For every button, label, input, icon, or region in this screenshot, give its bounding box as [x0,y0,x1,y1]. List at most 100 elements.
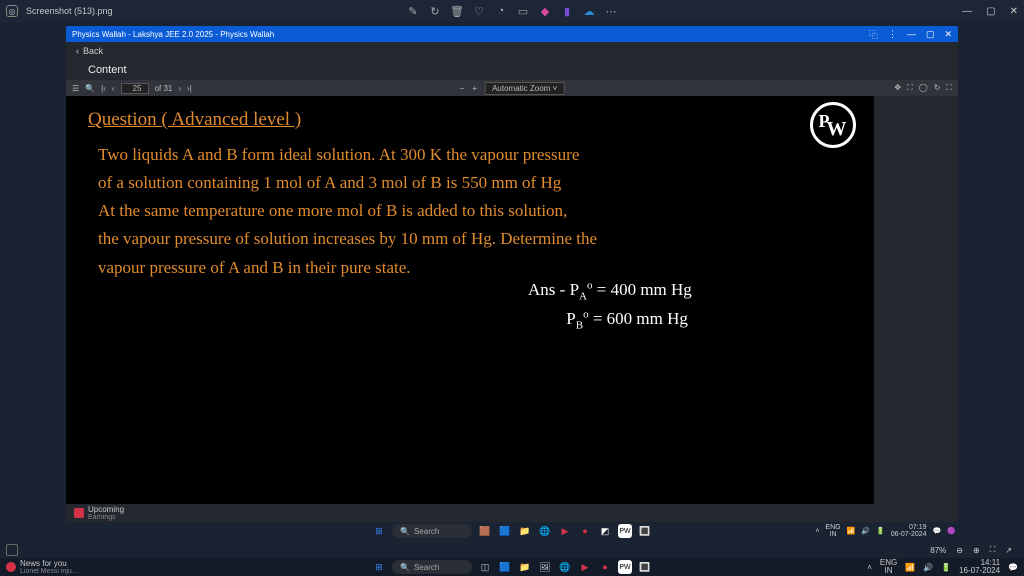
host-red1-icon[interactable]: ▶ [578,560,592,574]
host-taskview-icon[interactable]: ◫ [478,560,492,574]
question-line3: At the same temperature one more mol of … [88,197,852,225]
next-page-icon[interactable]: › [178,84,181,93]
ans2-symbol: P [566,309,575,328]
ans1-value: = 400 mm Hg [592,280,691,299]
start-icon[interactable]: ⊞ [372,524,386,538]
inner-search[interactable]: 🔍 Search [392,524,472,538]
host-explorer-icon[interactable]: 📁 [518,560,532,574]
doc-min-button[interactable]: — [907,29,916,39]
app-misc-icon[interactable]: 🔳 [638,524,652,538]
maximize-button[interactable]: ▢ [986,6,995,17]
last-page-icon[interactable]: ›| [187,84,192,93]
doc-bottom-strip: Upcoming Earnings [66,504,958,522]
zoom-out2-icon[interactable]: ⊖ [956,546,963,555]
host-misc-icon[interactable]: 🔳 [638,560,652,574]
question-line2: of a solution containing 1 mol of A and … [88,169,852,197]
titlebar-center-icons: ✎ ↻ 🗑 ♡ ◔ ▭ ◆ ▮ ☁ ⋯ [407,5,617,17]
app1-icon[interactable]: ◆ [539,5,551,17]
host-start-icon[interactable]: ⊞ [372,560,386,574]
prev-page-icon[interactable]: ‹ [112,84,115,93]
fullscreen-icon[interactable]: ⛶ [946,83,952,93]
search-icon[interactable]: 🔍 [85,84,95,93]
doc-close-button[interactable]: ✕ [944,29,952,40]
chevron-left-icon[interactable]: ‹ [76,46,79,56]
app-red-icon[interactable]: ▶ [558,524,572,538]
trash-icon[interactable]: 🗑 [451,5,463,17]
inner-time[interactable]: 07:19 [891,524,927,531]
expand-icon[interactable]: ↗ [1005,546,1012,555]
inner-date: 06-07-2024 [891,531,927,538]
select-icon[interactable]: ⛶ [907,83,913,93]
host-photos-icon[interactable]: 🖼 [538,560,552,574]
host-battery-icon[interactable]: 🔋 [941,563,951,572]
explorer-icon[interactable]: 📁 [518,524,532,538]
refresh2-icon[interactable]: ↻ [934,83,941,93]
refresh-icon[interactable]: ↻ [429,5,441,17]
zoom-in2-icon[interactable]: ⊕ [973,546,980,555]
host-red2-icon[interactable]: ● [598,560,612,574]
copilot-icon[interactable]: 🟣 [947,527,956,535]
doc-max-button[interactable]: ▢ [926,29,935,40]
close-button[interactable]: ✕ [1010,6,1018,17]
host-pw-icon[interactable]: PW [618,560,632,574]
host-app1-icon[interactable]: 🟦 [498,560,512,574]
news-widget[interactable]: News for you Lionel Messi inju… [6,559,79,575]
ans2-sub: B [576,320,583,332]
question-heading: Question ( Advanced level ) [88,104,852,135]
heart-icon[interactable]: ♡ [473,5,485,17]
cloud-icon[interactable]: ☁ [583,5,595,17]
host-notif-icon[interactable]: 💬 [1008,563,1018,572]
host-chevron-up-icon[interactable]: ˄ [867,563,872,572]
widgets-icon[interactable]: 🟦 [498,524,512,538]
inner-lang[interactable]: ENG [825,524,840,531]
wifi-icon[interactable]: 📶 [847,527,856,535]
chevron-up-icon[interactable]: ˄ [815,528,819,535]
host-date: 16-07-2024 [959,567,1000,575]
pdf-toolbar: ☰ 🔍 |‹ ‹ 25 of 31 › ›| − + Automatic Zoo… [66,80,958,96]
chrome-icon[interactable]: 🌐 [538,524,552,538]
minimize-button[interactable]: — [962,6,972,17]
news-title: News for you [20,559,79,568]
answer-label: Ans - [528,280,565,299]
zoom-in-icon[interactable]: + [472,84,477,93]
window-controls: — ▢ ✕ [962,6,1018,17]
rotate-icon[interactable]: ◯ [919,83,928,93]
app-play-icon[interactable]: ● [578,524,592,538]
host-search[interactable]: 🔍 Search [392,560,472,574]
sidebar-toggle-icon[interactable]: ☰ [72,84,79,93]
status-strip: 87% ⊖ ⊕ ⛶ ↗ [0,542,1024,558]
upcoming-label[interactable]: Upcoming [88,505,124,514]
host-chrome-icon[interactable]: 🌐 [558,560,572,574]
doc-save-icon[interactable]: ⿻ [869,28,878,41]
move-icon[interactable]: ✥ [894,83,901,93]
back-button[interactable]: Back [83,46,103,56]
fit-icon[interactable]: ⛶ [990,545,996,555]
zoom-out-icon[interactable]: − [460,84,465,93]
cast-icon[interactable]: ▭ [517,5,529,17]
app2-icon[interactable]: ▮ [561,5,573,17]
volume-icon[interactable]: 🔊 [861,527,870,535]
document-title: Physics Wallah - Lakshya JEE 2.0 2025 - … [72,30,274,39]
page-input[interactable]: 25 [121,83,149,94]
edit-icon[interactable]: ✎ [407,5,419,17]
clock-icon[interactable]: ◔ [495,5,507,17]
first-page-icon[interactable]: |‹ [101,84,106,93]
document-titlebar: Physics Wallah - Lakshya JEE 2.0 2025 - … [66,26,958,42]
app-dark-icon[interactable]: ◩ [598,524,612,538]
notif-icon[interactable]: 💬 [933,527,942,535]
question-line1: Two liquids A and B form ideal solution.… [88,141,852,169]
host-wifi-icon[interactable]: 📶 [905,563,915,572]
doc-more-icon[interactable]: ⋮ [888,29,897,40]
app-icon: ◎ [6,5,18,17]
window-title: Screenshot (513).png [26,6,113,16]
battery-icon[interactable]: 🔋 [876,527,885,535]
search-icon-inner: 🔍 [400,527,410,536]
content-heading: Content [66,60,958,80]
app-pw-icon[interactable]: PW [618,524,632,538]
status-app-icon[interactable] [6,544,18,556]
zoom-select[interactable]: Automatic Zoom ˅ [485,82,564,95]
host-volume-icon[interactable]: 🔊 [923,563,933,572]
more-icon[interactable]: ⋯ [605,5,617,17]
taskview-icon[interactable]: 🟫 [478,524,492,538]
answer-block: Ans - PAo = 400 mm Hg PBo = 600 mm Hg [528,276,852,335]
